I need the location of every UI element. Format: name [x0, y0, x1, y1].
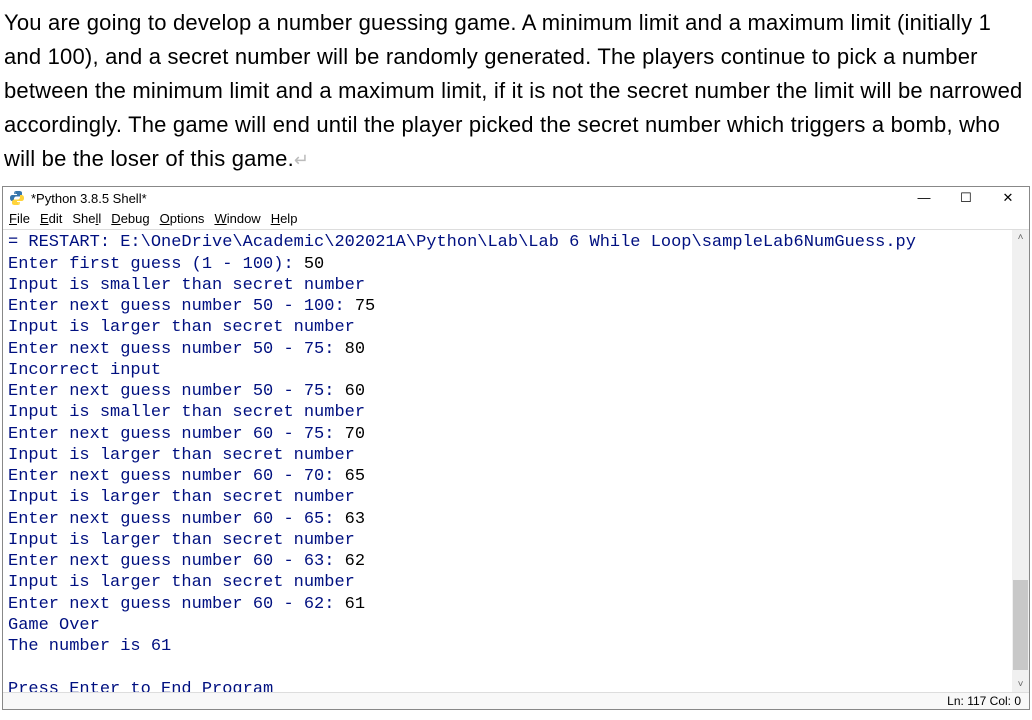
titlebar-left: *Python 3.8.5 Shell* [9, 190, 147, 206]
paragraph-mark-icon: ↵ [294, 150, 309, 170]
menu-edit[interactable]: Edit [40, 211, 62, 226]
scrollbar[interactable]: ˄ ˅ [1012, 230, 1029, 692]
statusbar: Ln: 117 Col: 0 [3, 692, 1029, 709]
menu-debug[interactable]: Debug [111, 211, 149, 226]
scroll-down-icon[interactable]: ˅ [1018, 677, 1024, 692]
cursor-position: Ln: 117 Col: 0 [947, 694, 1021, 708]
python-shell-window: *Python 3.8.5 Shell* — ☐ ✕ File Edit She… [2, 186, 1030, 710]
minimize-button[interactable]: — [913, 190, 935, 206]
menubar: File Edit Shell Debug Options Window Hel… [3, 209, 1029, 230]
menu-options[interactable]: Options [160, 211, 205, 226]
titlebar: *Python 3.8.5 Shell* — ☐ ✕ [3, 187, 1029, 209]
menu-shell[interactable]: Shell [72, 211, 101, 226]
menu-help[interactable]: Help [271, 211, 298, 226]
menu-window[interactable]: Window [214, 211, 260, 226]
shell-body: = RESTART: E:\OneDrive\Academic\202021A\… [3, 230, 1029, 692]
shell-content[interactable]: = RESTART: E:\OneDrive\Academic\202021A\… [3, 230, 1029, 692]
scroll-up-icon[interactable]: ˄ [1018, 230, 1024, 245]
menu-file[interactable]: File [9, 211, 30, 226]
python-icon [9, 190, 25, 206]
window-controls: — ☐ ✕ [913, 190, 1023, 206]
scroll-thumb[interactable] [1013, 580, 1028, 670]
instructions-text: You are going to develop a number guessi… [0, 0, 1032, 186]
window-title: *Python 3.8.5 Shell* [31, 191, 147, 206]
close-button[interactable]: ✕ [997, 190, 1019, 206]
maximize-button[interactable]: ☐ [955, 190, 977, 206]
instructions-body: You are going to develop a number guessi… [4, 10, 1023, 171]
